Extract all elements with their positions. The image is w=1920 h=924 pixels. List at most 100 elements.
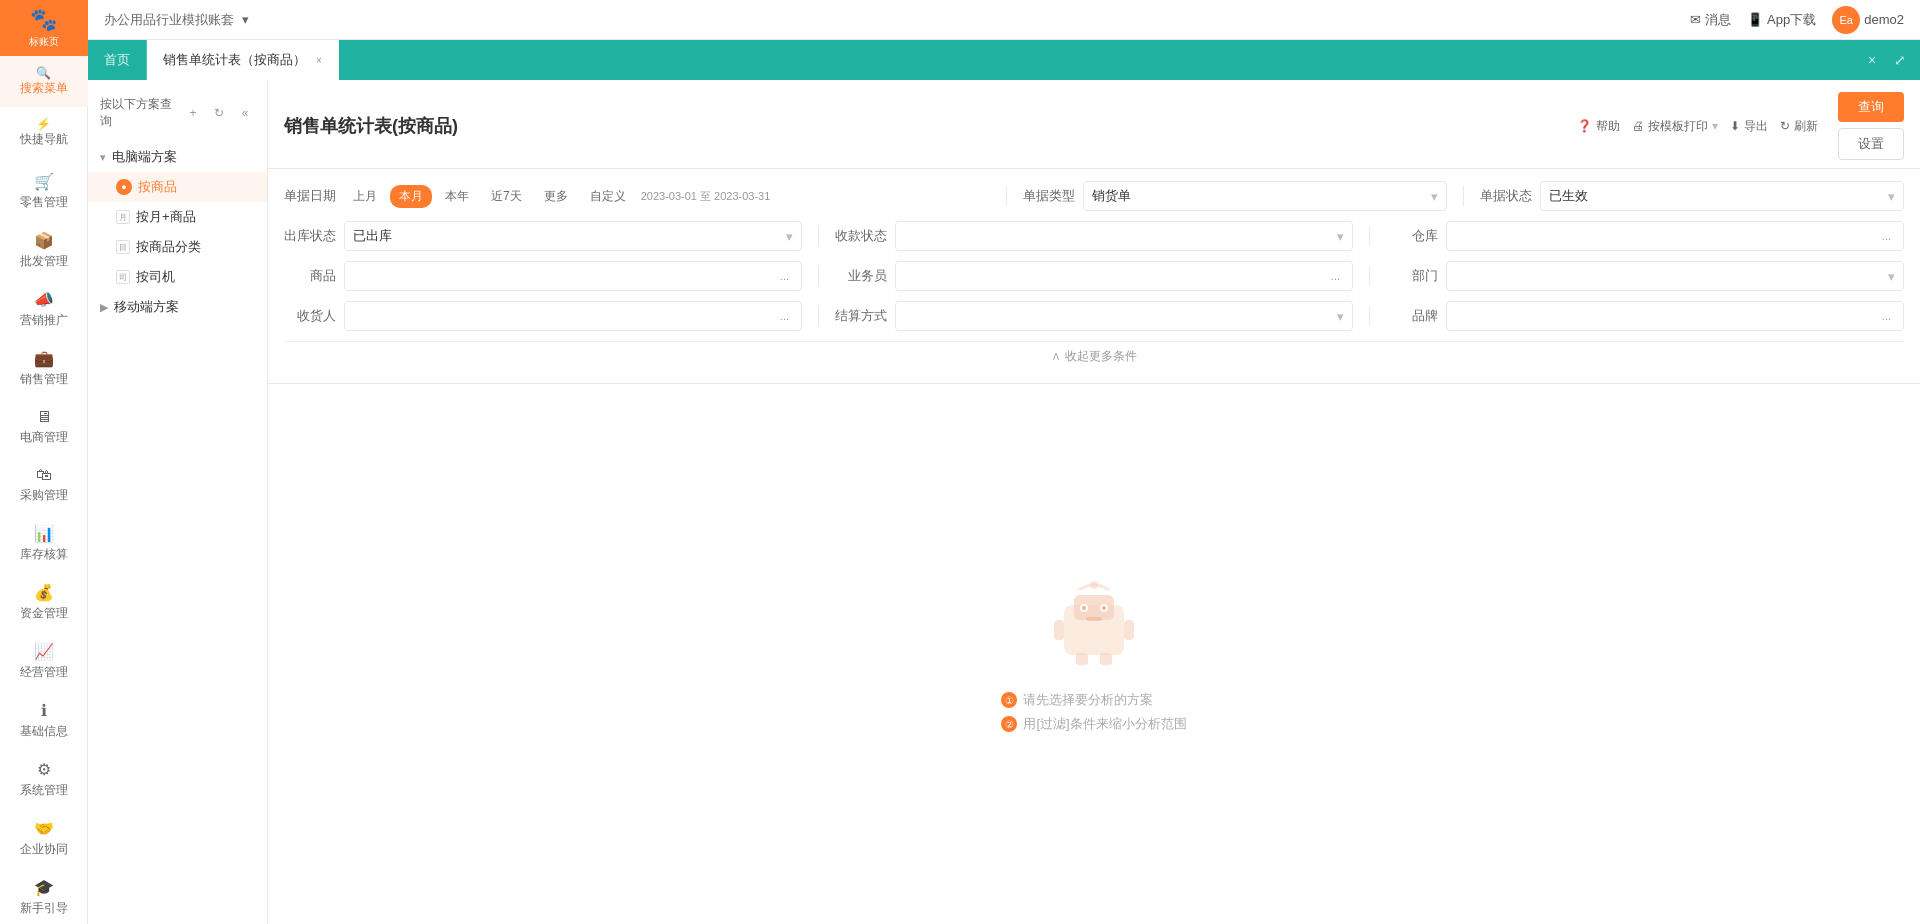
- sidebar-item-sales[interactable]: 💼 销售管理: [0, 339, 88, 398]
- tree-pc-section[interactable]: ▾ 电脑端方案: [88, 142, 267, 172]
- sidebar-retail-label: 零售管理: [20, 194, 68, 211]
- out-status-control[interactable]: 已出库 ▾: [344, 221, 802, 251]
- message-label: 消息: [1705, 11, 1731, 29]
- payment-status-label: 收款状态: [835, 227, 895, 245]
- tree-child-by-cashier[interactable]: 司 按司机: [88, 262, 267, 292]
- recipient-control[interactable]: ...: [344, 301, 802, 331]
- brand-more[interactable]: ...: [1878, 310, 1895, 322]
- app-download-action[interactable]: 📱 App下载: [1747, 11, 1816, 29]
- brand-control[interactable]: ...: [1446, 301, 1904, 331]
- tab-home[interactable]: 首页: [88, 40, 147, 80]
- sidebar-item-wholesale[interactable]: 📦 批发管理: [0, 221, 88, 280]
- sidebar-inventory-label: 库存核算: [20, 546, 68, 563]
- sidebar-quick-nav[interactable]: ⚡ 快捷导航: [0, 107, 88, 158]
- refresh-label: 刷新: [1794, 118, 1818, 135]
- export-action[interactable]: ⬇ 导出: [1730, 118, 1768, 135]
- date-btn-custom[interactable]: 自定义: [581, 185, 635, 208]
- sidebar-item-inventory[interactable]: 📊 库存核算: [0, 514, 88, 573]
- guide-icon: 🎓: [34, 878, 54, 897]
- salesperson-control[interactable]: ...: [895, 261, 1353, 291]
- by-product-label: 按商品: [138, 178, 177, 196]
- date-btn-this-year[interactable]: 本年: [436, 185, 478, 208]
- out-status-value: 已出库: [353, 227, 392, 245]
- empty-tip-2: ② 用[过滤]条件来缩小分析范围: [1001, 715, 1186, 733]
- product-more[interactable]: ...: [776, 270, 793, 282]
- refresh-action[interactable]: ↻ 刷新: [1780, 118, 1818, 135]
- print-action[interactable]: 🖨 按模板打印 ▾: [1632, 118, 1718, 135]
- tree-section: ▾ 电脑端方案 ● 按商品 月 按月+商品 目 按商品分类 司 按司机: [88, 138, 267, 326]
- filter-department: 部门 ▾: [1386, 261, 1904, 291]
- query-button[interactable]: 查询: [1838, 92, 1904, 122]
- by-month-label: 按月+商品: [136, 208, 196, 226]
- retail-icon: 🛒: [34, 172, 54, 191]
- tree-child-by-category[interactable]: 目 按商品分类: [88, 232, 267, 262]
- empty-illustration: [1044, 575, 1144, 675]
- tree-mobile-section[interactable]: ▶ 移动端方案: [88, 292, 267, 322]
- sidebar-basic-label: 基础信息: [20, 723, 68, 740]
- user-profile[interactable]: Ea demo2: [1832, 6, 1904, 34]
- message-action[interactable]: ✉ 消息: [1690, 11, 1731, 29]
- sidebar-item-finance[interactable]: 💰 资金管理: [0, 573, 88, 632]
- tab-sales-stats[interactable]: 销售单统计表（按商品） ×: [147, 40, 339, 80]
- finance-icon: 💰: [34, 583, 54, 602]
- date-quick-btns: 上月 本月 本年 近7天 更多 自定义: [344, 185, 635, 208]
- panel-collapse-btn[interactable]: «: [235, 103, 255, 123]
- sidebar-item-system[interactable]: ⚙ 系统管理: [0, 750, 88, 809]
- warehouse-control[interactable]: ...: [1446, 221, 1904, 251]
- by-category-icon: 目: [116, 240, 130, 254]
- svg-rect-1: [1074, 595, 1114, 620]
- salesperson-more[interactable]: ...: [1327, 270, 1344, 282]
- sidebar-item-guide[interactable]: 🎓 新手引导: [0, 868, 88, 924]
- date-btn-7days[interactable]: 近7天: [482, 185, 531, 208]
- doc-type-label: 单据类型: [1023, 187, 1083, 205]
- salesperson-label: 业务员: [835, 267, 895, 285]
- help-action[interactable]: ❓ 帮助: [1577, 118, 1620, 135]
- sidebar-item-purchase[interactable]: 🛍 采购管理: [0, 456, 88, 514]
- warehouse-more[interactable]: ...: [1878, 230, 1895, 242]
- left-panel: 按以下方案查询 + ↻ « ▾ 电脑端方案 ● 按商品 月 按月: [88, 80, 268, 924]
- date-btn-more[interactable]: 更多: [535, 185, 577, 208]
- settlement-control[interactable]: ▾: [895, 301, 1353, 331]
- collapse-filter-btn[interactable]: ∧ 收起更多条件: [284, 341, 1904, 371]
- settings-button[interactable]: 设置: [1838, 128, 1904, 160]
- sidebar-sales-label: 销售管理: [20, 371, 68, 388]
- sidebar-item-ecommerce[interactable]: 🖥 电商管理: [0, 398, 88, 456]
- home-tab-label: 首页: [104, 51, 130, 69]
- sidebar-marketing-label: 营销推广: [20, 312, 68, 329]
- sidebar-item-cooperation[interactable]: 🤝 企业协同: [0, 809, 88, 868]
- export-icon: ⬇: [1730, 119, 1740, 133]
- print-dropdown[interactable]: ▾: [1712, 119, 1718, 133]
- sidebar-item-operation[interactable]: 📈 经营管理: [0, 632, 88, 691]
- mobile-expand-icon: ▶: [100, 301, 108, 314]
- date-btn-this-month[interactable]: 本月: [390, 185, 432, 208]
- panel-refresh-btn[interactable]: ↻: [209, 103, 229, 123]
- tip-text-1: 请先选择要分析的方案: [1023, 691, 1153, 709]
- doc-type-control[interactable]: 销货单 ▾: [1083, 181, 1447, 211]
- sidebar-item-retail[interactable]: 🛒 零售管理: [0, 162, 88, 221]
- ecommerce-icon: 🖥: [36, 408, 52, 426]
- department-control[interactable]: ▾: [1446, 261, 1904, 291]
- tree-child-by-month[interactable]: 月 按月+商品: [88, 202, 267, 232]
- sidebar-wholesale-label: 批发管理: [20, 253, 68, 270]
- tree-child-by-product[interactable]: ● 按商品: [88, 172, 267, 202]
- tab-close-btn[interactable]: ×: [316, 55, 322, 66]
- svg-point-11: [1090, 581, 1098, 589]
- panel-add-btn[interactable]: +: [183, 103, 203, 123]
- dropdown-chevron[interactable]: ▾: [242, 12, 249, 27]
- doc-status-control[interactable]: 已生效 ▾: [1540, 181, 1904, 211]
- doc-status-arrow: ▾: [1888, 189, 1895, 204]
- department-label: 部门: [1386, 267, 1446, 285]
- filter-doc-status: 单据状态 已生效 ▾: [1480, 181, 1904, 211]
- product-control[interactable]: ...: [344, 261, 802, 291]
- sidebar-item-basic[interactable]: ℹ 基础信息: [0, 691, 88, 750]
- recipient-more[interactable]: ...: [776, 310, 793, 322]
- tab-expand-window[interactable]: ⤢: [1888, 48, 1912, 72]
- by-category-label: 按商品分类: [136, 238, 201, 256]
- sidebar-search[interactable]: 🔍 搜索菜单: [0, 56, 88, 107]
- help-icon: ❓: [1577, 119, 1592, 133]
- sidebar-item-marketing[interactable]: 📣 营销推广: [0, 280, 88, 339]
- tab-close-window[interactable]: ×: [1860, 48, 1884, 72]
- basic-icon: ℹ: [41, 701, 47, 720]
- date-btn-last-month[interactable]: 上月: [344, 185, 386, 208]
- payment-status-control[interactable]: ▾: [895, 221, 1353, 251]
